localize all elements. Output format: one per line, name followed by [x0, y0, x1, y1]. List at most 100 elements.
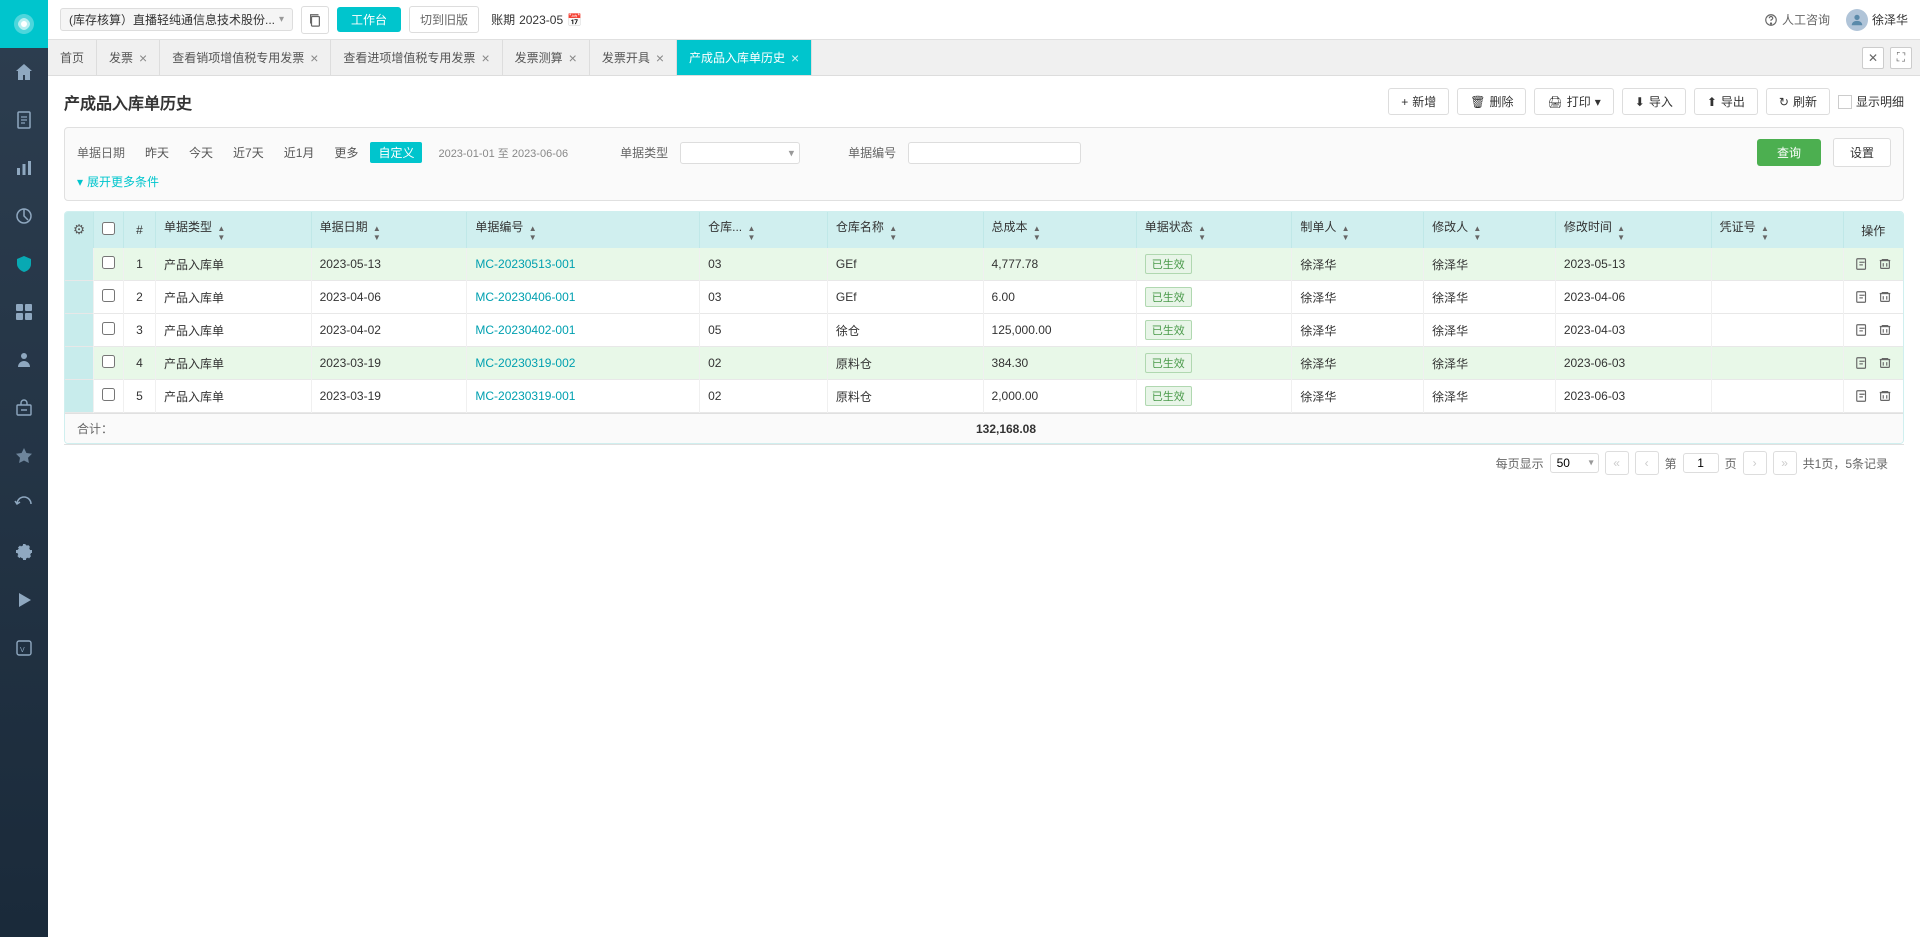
sidebar-item-chart[interactable] — [0, 144, 48, 192]
calendar-icon[interactable]: 📅 — [567, 13, 582, 27]
row-checkbox-3[interactable] — [102, 355, 115, 368]
th-date[interactable]: 单据日期 ▲▼ — [311, 212, 467, 248]
select-all-checkbox[interactable] — [102, 222, 115, 235]
per-page-select[interactable]: 20 50 100 — [1550, 453, 1599, 473]
number-link-2[interactable]: MC-20230402-001 — [475, 323, 575, 337]
print-button[interactable]: 🖨 打印 ▾ — [1534, 88, 1613, 115]
th-modify-time[interactable]: 修改时间 ▲▼ — [1555, 212, 1711, 248]
tab-purchase-vat[interactable]: 查看进项增值税专用发票 × — [331, 40, 502, 75]
sidebar-item-version[interactable]: V — [0, 624, 48, 672]
edit-icon-2[interactable] — [1852, 320, 1872, 340]
th-modifier[interactable]: 修改人 ▲▼ — [1424, 212, 1556, 248]
export-button[interactable]: ⬆ 导出 — [1694, 88, 1758, 115]
sidebar-item-shield[interactable] — [0, 240, 48, 288]
th-type[interactable]: 单据类型 ▲▼ — [155, 212, 311, 248]
th-checkbox[interactable] — [93, 212, 123, 248]
next-page-btn[interactable]: › — [1743, 451, 1767, 475]
td-number-3[interactable]: MC-20230319-002 — [467, 347, 700, 380]
edit-icon-0[interactable] — [1852, 254, 1872, 274]
date-btn-yesterday[interactable]: 昨天 — [137, 142, 177, 163]
sidebar-item-play[interactable] — [0, 576, 48, 624]
refresh-button[interactable]: ↻ 刷新 — [1766, 88, 1830, 115]
sidebar-item-settings[interactable] — [0, 528, 48, 576]
tab-close-all-btn[interactable]: ✕ — [1862, 47, 1884, 69]
td-check-0[interactable] — [93, 248, 123, 281]
delete-icon-2[interactable] — [1875, 320, 1895, 340]
date-btn-1month[interactable]: 近1月 — [276, 142, 323, 163]
sidebar-item-analytics[interactable] — [0, 192, 48, 240]
tab-invoice-calc[interactable]: 发票测算 × — [503, 40, 590, 75]
row-checkbox-4[interactable] — [102, 388, 115, 401]
date-btn-custom[interactable]: 自定义 — [370, 142, 422, 163]
edit-icon-4[interactable] — [1852, 386, 1872, 406]
tab-sales-vat-close[interactable]: × — [310, 51, 318, 65]
delete-icon-0[interactable] — [1875, 254, 1895, 274]
tab-sales-vat[interactable]: 查看销项增值税专用发票 × — [160, 40, 331, 75]
column-settings-btn[interactable]: ⚙ — [73, 222, 85, 238]
sidebar-item-document[interactable] — [0, 96, 48, 144]
delete-icon-4[interactable] — [1875, 386, 1895, 406]
expand-more-conditions[interactable]: ▾ 展开更多条件 — [77, 173, 1891, 190]
sidebar-item-home[interactable] — [0, 48, 48, 96]
row-checkbox-1[interactable] — [102, 289, 115, 302]
sidebar-item-refresh[interactable] — [0, 480, 48, 528]
th-status[interactable]: 单据状态 ▲▼ — [1136, 212, 1292, 248]
tab-invoice[interactable]: 发票 × — [97, 40, 160, 75]
last-page-btn[interactable]: » — [1773, 451, 1797, 475]
tab-home[interactable]: 首页 — [48, 40, 97, 75]
tab-invoice-issue-close[interactable]: × — [656, 51, 664, 65]
row-checkbox-2[interactable] — [102, 322, 115, 335]
td-check-1[interactable] — [93, 281, 123, 314]
type-select[interactable] — [680, 142, 800, 164]
sidebar-item-star[interactable] — [0, 432, 48, 480]
workbench-button[interactable]: 工作台 — [337, 7, 401, 32]
delete-icon-3[interactable] — [1875, 353, 1895, 373]
filter-settings-button[interactable]: 设置 — [1833, 138, 1891, 167]
td-check-3[interactable] — [93, 347, 123, 380]
prev-page-btn[interactable]: ‹ — [1635, 451, 1659, 475]
date-btn-today[interactable]: 今天 — [181, 142, 221, 163]
number-link-3[interactable]: MC-20230319-002 — [475, 356, 575, 370]
tab-purchase-vat-close[interactable]: × — [481, 51, 489, 65]
number-link-1[interactable]: MC-20230406-001 — [475, 290, 575, 304]
delete-button[interactable]: 🗑 删除 — [1457, 88, 1526, 115]
sidebar-item-box[interactable] — [0, 384, 48, 432]
query-button[interactable]: 查询 — [1757, 139, 1821, 166]
edit-icon-3[interactable] — [1852, 353, 1872, 373]
tab-invoice-close[interactable]: × — [139, 51, 147, 65]
td-check-2[interactable] — [93, 314, 123, 347]
number-link-0[interactable]: MC-20230513-001 — [475, 257, 575, 271]
th-voucher[interactable]: 凭证号 ▲▼ — [1711, 212, 1843, 248]
td-number-2[interactable]: MC-20230402-001 — [467, 314, 700, 347]
th-creator[interactable]: 制单人 ▲▼ — [1292, 212, 1424, 248]
row-checkbox-0[interactable] — [102, 256, 115, 269]
number-filter-input[interactable] — [908, 142, 1081, 164]
new-button[interactable]: + 新增 — [1388, 88, 1449, 115]
support-button[interactable]: 人工咨询 — [1764, 11, 1830, 28]
history-version-button[interactable]: 切到旧版 — [409, 6, 479, 33]
date-btn-more[interactable]: 更多 — [326, 142, 366, 163]
tab-product-history-close[interactable]: × — [791, 51, 799, 65]
import-button[interactable]: ⬇ 导入 — [1622, 88, 1686, 115]
td-number-4[interactable]: MC-20230319-001 — [467, 380, 700, 413]
tab-invoice-issue[interactable]: 发票开具 × — [590, 40, 677, 75]
th-total-cost[interactable]: 总成本 ▲▼ — [983, 212, 1136, 248]
company-selector[interactable]: (库存核算）直播轻纯通信息技术股份... ▾ — [60, 8, 293, 31]
edit-icon-1[interactable] — [1852, 287, 1872, 307]
current-page-input[interactable] — [1683, 453, 1719, 473]
tab-product-history[interactable]: 产成品入库单历史 × — [677, 40, 812, 75]
sidebar-item-grid[interactable] — [0, 288, 48, 336]
number-link-4[interactable]: MC-20230319-001 — [475, 389, 575, 403]
show-detail-toggle[interactable]: 显示明细 — [1838, 93, 1904, 110]
td-number-0[interactable]: MC-20230513-001 — [467, 248, 700, 281]
copy-icon-btn[interactable] — [301, 6, 329, 34]
first-page-btn[interactable]: « — [1605, 451, 1629, 475]
delete-icon-1[interactable] — [1875, 287, 1895, 307]
user-menu[interactable]: 徐泽华 — [1846, 9, 1908, 31]
th-warehouse-code[interactable]: 仓库... ▲▼ — [700, 212, 828, 248]
tab-invoice-calc-close[interactable]: × — [569, 51, 577, 65]
td-check-4[interactable] — [93, 380, 123, 413]
th-number[interactable]: 单据编号 ▲▼ — [467, 212, 700, 248]
show-detail-checkbox[interactable] — [1838, 95, 1852, 109]
date-btn-7days[interactable]: 近7天 — [225, 142, 272, 163]
